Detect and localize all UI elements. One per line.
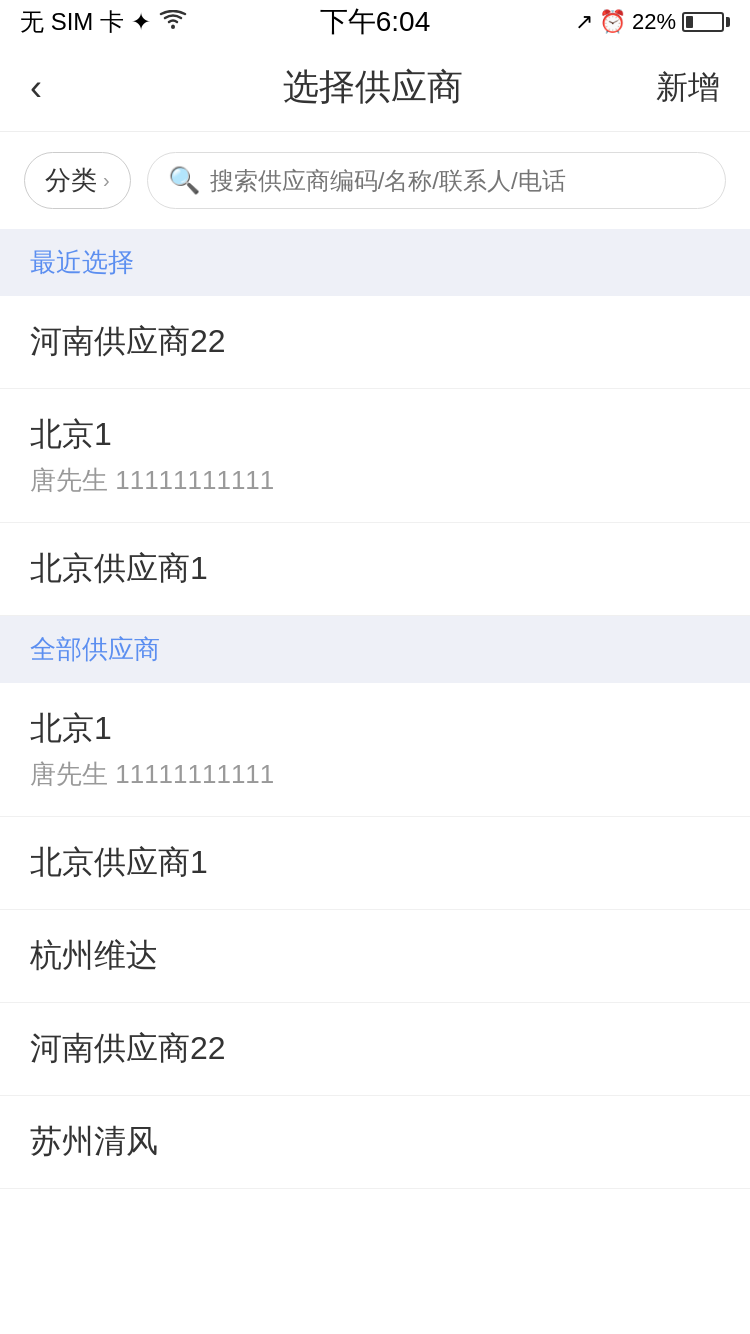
recent-section-label: 最近选择 bbox=[30, 247, 134, 277]
search-input[interactable] bbox=[210, 167, 705, 195]
item-name: 杭州维达 bbox=[30, 934, 720, 978]
item-name: 河南供应商22 bbox=[30, 320, 720, 364]
status-right: ↗ ⏰ 22% bbox=[575, 9, 730, 35]
all-section-header: 全部供应商 bbox=[0, 616, 750, 683]
item-name: 北京1 bbox=[30, 413, 720, 457]
category-button[interactable]: 分类 › bbox=[24, 152, 131, 209]
sim-label: 无 SIM 卡 ✦ bbox=[20, 6, 151, 38]
item-name: 北京供应商1 bbox=[30, 547, 720, 591]
nav-bar: ‹ 选择供应商 新增 bbox=[0, 44, 750, 132]
recent-list: 河南供应商22 北京1 唐先生 11111111111 北京供应商1 bbox=[0, 296, 750, 616]
item-name: 北京供应商1 bbox=[30, 841, 720, 885]
alarm-icon: ⏰ bbox=[599, 9, 626, 35]
back-button[interactable]: ‹ bbox=[30, 67, 90, 109]
status-left: 无 SIM 卡 ✦ bbox=[20, 6, 187, 38]
svg-point-0 bbox=[171, 25, 175, 29]
item-sub: 唐先生 11111111111 bbox=[30, 757, 720, 792]
status-bar: 无 SIM 卡 ✦ 下午6:04 ↗ ⏰ 22% bbox=[0, 0, 750, 44]
search-icon: 🔍 bbox=[168, 165, 200, 196]
location-icon: ↗ bbox=[575, 9, 593, 35]
all-section-label: 全部供应商 bbox=[30, 634, 160, 664]
all-list-item[interactable]: 北京供应商1 bbox=[0, 817, 750, 910]
item-name: 苏州清风 bbox=[30, 1120, 720, 1164]
search-box: 🔍 bbox=[147, 152, 726, 209]
item-name: 河南供应商22 bbox=[30, 1027, 720, 1071]
battery-icon bbox=[682, 12, 730, 32]
all-list-item[interactable]: 北京1 唐先生 11111111111 bbox=[0, 683, 750, 817]
all-list-item[interactable]: 苏州清风 bbox=[0, 1096, 750, 1189]
all-list-item[interactable]: 河南供应商22 bbox=[0, 1003, 750, 1096]
recent-list-item[interactable]: 北京供应商1 bbox=[0, 523, 750, 616]
filter-bar: 分类 › 🔍 bbox=[0, 132, 750, 229]
category-label: 分类 bbox=[45, 163, 97, 198]
chevron-right-icon: › bbox=[103, 169, 110, 192]
recent-section-header: 最近选择 bbox=[0, 229, 750, 296]
page-title: 选择供应商 bbox=[283, 63, 463, 112]
item-name: 北京1 bbox=[30, 707, 720, 751]
wifi-icon bbox=[159, 8, 187, 36]
status-time: 下午6:04 bbox=[320, 3, 431, 41]
all-list: 北京1 唐先生 11111111111 北京供应商1 杭州维达河南供应商22 苏州清风 bbox=[0, 683, 750, 1189]
add-button[interactable]: 新增 bbox=[656, 66, 720, 110]
all-list-item[interactable]: 杭州维达 bbox=[0, 910, 750, 1003]
recent-list-item[interactable]: 北京1 唐先生 11111111111 bbox=[0, 389, 750, 523]
recent-list-item[interactable]: 河南供应商22 bbox=[0, 296, 750, 389]
item-sub: 唐先生 11111111111 bbox=[30, 463, 720, 498]
battery-percent: 22% bbox=[632, 9, 676, 35]
